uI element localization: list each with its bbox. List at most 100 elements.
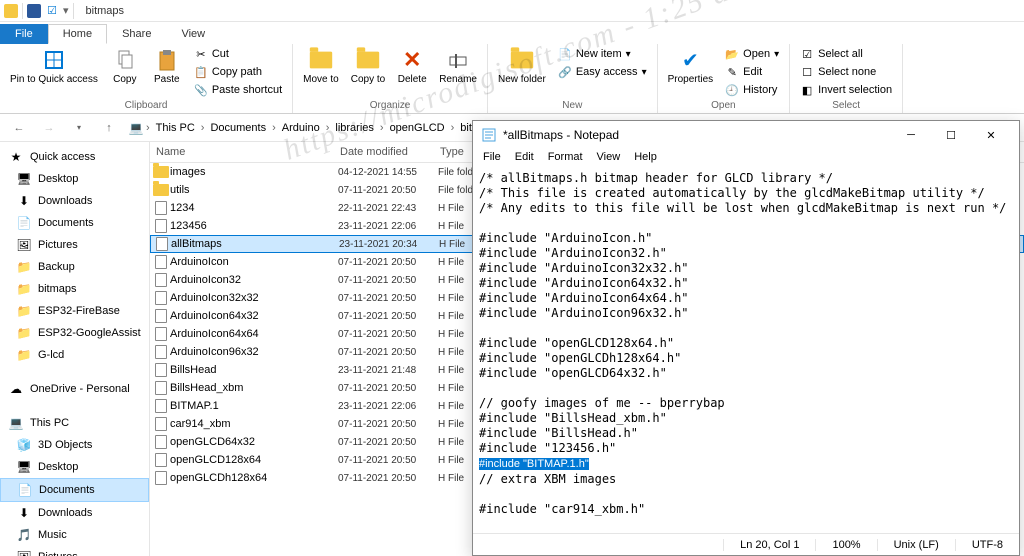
app-icon	[27, 4, 41, 18]
properties-button[interactable]: ✔Properties	[664, 46, 718, 87]
open-icon: 📂	[725, 47, 739, 61]
history-button[interactable]: 🕘History	[721, 82, 783, 98]
back-button[interactable]: ←	[8, 117, 30, 139]
maximize-button[interactable]: ☐	[931, 121, 971, 149]
new-folder-icon	[510, 48, 534, 72]
nav-item[interactable]: 💻This PC	[0, 412, 149, 434]
select-all-icon: ☑	[800, 47, 814, 61]
nav-item[interactable]: ★Quick access	[0, 146, 149, 168]
up-button[interactable]: ↑	[98, 117, 120, 139]
menu-item-format[interactable]: Format	[542, 149, 589, 169]
file-icon	[152, 308, 170, 324]
column-name[interactable]: Name	[150, 146, 340, 158]
nav-item[interactable]: 🧊3D Objects	[0, 434, 149, 456]
paste-button[interactable]: Paste	[148, 46, 186, 87]
file-icon	[152, 416, 170, 432]
paste-shortcut-button[interactable]: 📎Paste shortcut	[190, 82, 286, 98]
rename-button[interactable]: Rename	[435, 46, 481, 87]
notepad-text-area[interactable]: /* allBitmaps.h bitmap header for GLCD l…	[473, 169, 1019, 533]
pin-icon	[42, 48, 66, 72]
file-icon	[152, 452, 170, 468]
file-icon	[152, 362, 170, 378]
group-label-select: Select	[796, 100, 896, 113]
edit-button[interactable]: ✎Edit	[721, 64, 783, 80]
nav-item[interactable]: 🖼Pictures	[0, 546, 149, 556]
delete-button[interactable]: ✕Delete	[393, 46, 431, 87]
ribbon: Pin to Quick access Copy Paste ✂Cut 📋Cop…	[0, 44, 1024, 114]
new-folder-button[interactable]: New folder	[494, 46, 550, 87]
file-icon	[152, 398, 170, 414]
edit-icon: ✎	[725, 65, 739, 79]
cut-button[interactable]: ✂Cut	[190, 46, 286, 62]
notepad-title-bar[interactable]: *allBitmaps - Notepad ─ ☐ ✕	[473, 121, 1019, 149]
new-item-button[interactable]: 📄New item ▾	[554, 46, 651, 62]
notepad-menu-bar: FileEditFormatViewHelp	[473, 149, 1019, 169]
copy-path-icon: 📋	[194, 65, 208, 79]
paste-icon	[155, 48, 179, 72]
pin-to-quick-access-button[interactable]: Pin to Quick access	[6, 46, 102, 87]
★-icon: ★	[8, 149, 24, 165]
breadcrumb-item[interactable]: Arduino	[278, 120, 324, 136]
menu-item-edit[interactable]: Edit	[509, 149, 540, 169]
forward-button[interactable]: →	[38, 117, 60, 139]
recent-dropdown[interactable]: ▾	[68, 117, 90, 139]
📄-icon: 📄	[17, 482, 33, 498]
group-label-open: Open	[664, 100, 784, 113]
close-button[interactable]: ✕	[971, 121, 1011, 149]
nav-item[interactable]: 🖥Desktop	[0, 456, 149, 478]
menu-item-file[interactable]: File	[477, 149, 507, 169]
notepad-icon	[481, 127, 497, 143]
💻-icon: 💻	[8, 415, 24, 431]
🖥-icon: 🖥	[16, 171, 32, 187]
file-icon	[152, 344, 170, 360]
nav-item[interactable]: 📁Backup	[0, 256, 149, 278]
rename-icon	[446, 48, 470, 72]
copy-to-button[interactable]: Copy to	[347, 46, 389, 87]
qat-marker-icon: ☑	[45, 4, 59, 18]
file-icon	[152, 434, 170, 450]
notepad-status-bar: Ln 20, Col 1 100% Unix (LF) UTF-8	[473, 533, 1019, 555]
copy-button[interactable]: Copy	[106, 46, 144, 87]
nav-item[interactable]: 🎵Music	[0, 524, 149, 546]
qat-dropdown-icon[interactable]: ▾	[63, 4, 69, 17]
tab-share[interactable]: Share	[107, 24, 166, 44]
file-icon	[152, 290, 170, 306]
nav-item[interactable]: 📁bitmaps	[0, 278, 149, 300]
🧊-icon: 🧊	[16, 437, 32, 453]
copy-path-button[interactable]: 📋Copy path	[190, 64, 286, 80]
nav-item[interactable]: 📄Documents	[0, 212, 149, 234]
minimize-button[interactable]: ─	[891, 121, 931, 149]
breadcrumb-item[interactable]: libraries	[331, 120, 378, 136]
select-none-button[interactable]: ☐Select none	[796, 64, 896, 80]
nav-item[interactable]: ⬇Downloads	[0, 502, 149, 524]
group-label-organize: Organize	[299, 100, 481, 113]
menu-item-view[interactable]: View	[591, 149, 627, 169]
group-label-clipboard: Clipboard	[6, 100, 286, 113]
open-button[interactable]: 📂Open ▾	[721, 46, 783, 62]
nav-item[interactable]: ⬇Downloads	[0, 190, 149, 212]
breadcrumb-item[interactable]: This PC	[152, 120, 199, 136]
nav-item[interactable]: 📁ESP32-GoogleAssist	[0, 322, 149, 344]
folder-icon	[4, 4, 18, 18]
notepad-title: *allBitmaps - Notepad	[503, 128, 891, 142]
notepad-window[interactable]: *allBitmaps - Notepad ─ ☐ ✕ FileEditForm…	[472, 120, 1020, 556]
nav-item[interactable]: 🖼Pictures	[0, 234, 149, 256]
tab-file[interactable]: File	[0, 24, 48, 44]
move-to-button[interactable]: Move to	[299, 46, 343, 87]
nav-item[interactable]: 📁ESP32-FireBase	[0, 300, 149, 322]
column-date[interactable]: Date modified	[340, 146, 440, 158]
nav-item[interactable]: 📄Documents	[0, 478, 149, 502]
menu-item-help[interactable]: Help	[628, 149, 663, 169]
breadcrumb-item[interactable]: Documents	[206, 120, 270, 136]
tab-view[interactable]: View	[166, 24, 220, 44]
breadcrumb-item[interactable]: openGLCD	[386, 120, 449, 136]
nav-item[interactable]: 🖥Desktop	[0, 168, 149, 190]
☁-icon: ☁	[8, 381, 24, 397]
nav-item[interactable]: ☁OneDrive - Personal	[0, 378, 149, 400]
move-icon	[309, 48, 333, 72]
tab-home[interactable]: Home	[48, 24, 107, 44]
nav-item[interactable]: 📁G-lcd	[0, 344, 149, 366]
select-all-button[interactable]: ☑Select all	[796, 46, 896, 62]
easy-access-button[interactable]: 🔗Easy access ▾	[554, 64, 651, 80]
invert-selection-button[interactable]: ◧Invert selection	[796, 82, 896, 98]
